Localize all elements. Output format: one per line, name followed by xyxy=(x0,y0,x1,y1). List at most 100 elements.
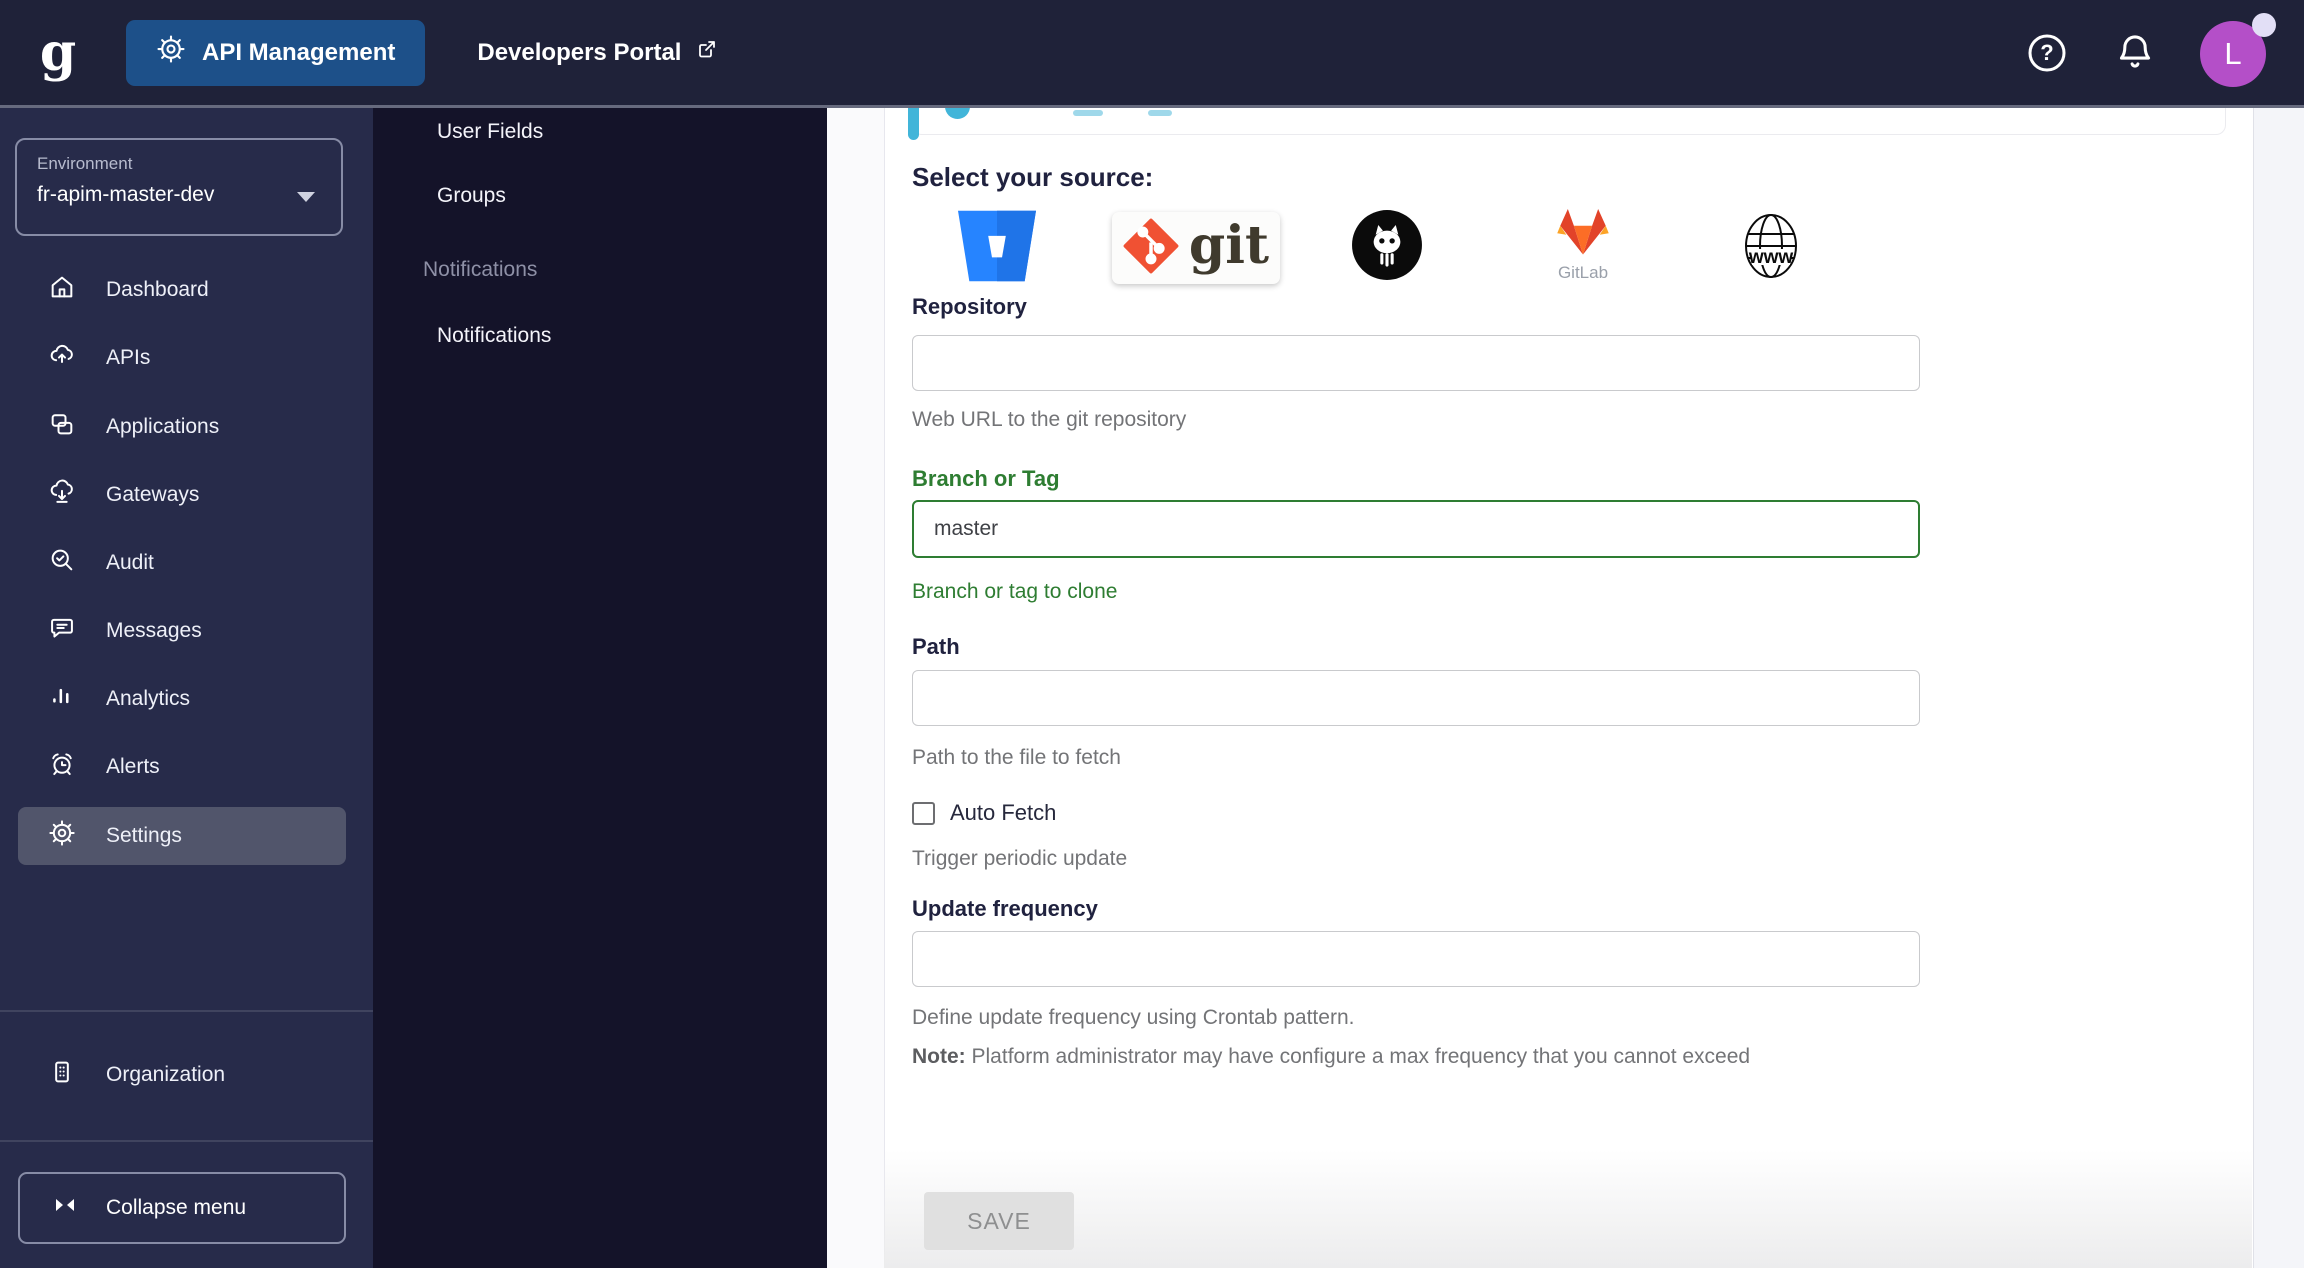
update-frequency-input[interactable] xyxy=(912,931,1920,987)
collapse-icon xyxy=(52,1195,78,1221)
api-management-label: API Management xyxy=(202,38,396,66)
notifications-bell-button[interactable] xyxy=(2112,30,2158,76)
form-footer xyxy=(884,1150,2252,1268)
sidebar-divider xyxy=(0,1010,373,1012)
sidebar-item-label: Applications xyxy=(106,415,220,438)
submenu-section-label: Notifications xyxy=(423,258,538,281)
branch-label: Branch or Tag xyxy=(912,466,1060,491)
collapse-menu-label: Collapse menu xyxy=(106,1196,247,1219)
gitlab-wordmark: GitLab xyxy=(1557,263,1609,282)
bar-chart-icon xyxy=(48,682,76,716)
auto-fetch-checkbox[interactable] xyxy=(912,801,935,825)
source-gitlab[interactable]: GitLab xyxy=(1543,206,1623,284)
sidebar-item-alerts[interactable]: Alerts xyxy=(18,738,346,796)
sidebar-item-label: Audit xyxy=(106,551,154,574)
github-icon xyxy=(1351,210,1423,285)
sidebar-item-settings[interactable]: Settings xyxy=(18,807,346,865)
screen: g API Management Developers Portal ? L E… xyxy=(0,0,2304,1268)
scrollbar-track[interactable] xyxy=(2253,108,2304,1268)
settings-submenu: User Fields Groups Notifications Notific… xyxy=(373,108,827,1268)
branch-input[interactable] xyxy=(912,500,1920,558)
search-check-icon xyxy=(48,546,76,580)
developers-portal-link[interactable]: Developers Portal xyxy=(477,37,719,68)
submenu-item-groups[interactable]: Groups xyxy=(373,174,827,218)
main-sidebar: Environment fr-apim-master-dev Dashboard… xyxy=(0,108,373,1268)
question-mark-glyph: ? xyxy=(2040,40,2053,65)
bitbucket-icon xyxy=(958,210,1036,286)
www-wordmark: www xyxy=(1748,247,1794,268)
banner-text-remnant xyxy=(1073,110,1103,116)
save-button[interactable]: SAVE xyxy=(924,1192,1074,1250)
update-frequency-label: Update frequency xyxy=(912,896,1098,921)
submenu-item-notifications[interactable]: Notifications xyxy=(373,314,827,358)
banner-text-remnant xyxy=(1148,110,1172,116)
page-title: Select your source: xyxy=(912,161,1154,192)
submenu-item-label: Groups xyxy=(437,184,506,207)
user-avatar[interactable]: L xyxy=(2200,12,2276,89)
auto-fetch-row: Auto Fetch xyxy=(912,800,1056,826)
sidebar-item-label: Messages xyxy=(106,619,202,642)
source-git-selected[interactable]: git xyxy=(1112,212,1280,284)
gitlab-icon xyxy=(1554,209,1612,260)
source-bitbucket[interactable] xyxy=(958,210,1048,286)
gravitee-logo: g xyxy=(39,21,77,83)
chat-icon xyxy=(48,614,76,648)
cloud-download-icon xyxy=(48,478,76,512)
sidebar-item-label: Alerts xyxy=(106,755,160,778)
source-github[interactable] xyxy=(1351,209,1423,281)
sidebar-item-messages[interactable]: Messages xyxy=(18,602,346,660)
api-management-button[interactable]: API Management xyxy=(126,19,426,86)
git-icon xyxy=(1123,218,1179,279)
sidebar-item-label: APIs xyxy=(106,346,151,369)
alarm-icon xyxy=(48,750,76,784)
sidebar-item-applications[interactable]: Applications xyxy=(18,398,346,456)
cloud-upload-icon xyxy=(48,341,76,375)
repository-hint: Web URL to the git repository xyxy=(912,408,1187,431)
sidebar-divider xyxy=(0,1140,373,1142)
sidebar-item-organization[interactable]: Organization xyxy=(18,1046,346,1104)
sidebar-item-label: Dashboard xyxy=(106,278,209,301)
collapse-menu-button[interactable]: Collapse menu xyxy=(18,1172,346,1244)
branch-hint: Branch or tag to clone xyxy=(912,580,1118,603)
gear-icon xyxy=(48,819,76,853)
sidebar-item-dashboard[interactable]: Dashboard xyxy=(18,261,346,319)
path-hint: Path to the file to fetch xyxy=(912,746,1121,769)
gear-icon xyxy=(156,34,186,71)
submenu-item-label: User Fields xyxy=(437,120,544,143)
sidebar-item-label: Analytics xyxy=(106,687,191,710)
external-link-icon xyxy=(695,37,719,68)
developers-portal-label: Developers Portal xyxy=(477,38,682,66)
sidebar-item-audit[interactable]: Audit xyxy=(18,534,346,592)
applications-icon xyxy=(48,410,76,444)
sidebar-item-label: Organization xyxy=(106,1063,226,1086)
path-input[interactable] xyxy=(912,670,1920,726)
topbar-actions: ? L xyxy=(2024,12,2276,89)
update-frequency-hint: Define update frequency using Crontab pa… xyxy=(912,1006,1355,1029)
source-www[interactable]: www xyxy=(1736,211,1806,281)
sidebar-item-label: Gateways xyxy=(106,483,200,506)
auto-fetch-label: Auto Fetch xyxy=(950,800,1057,825)
sidebar-item-gateways[interactable]: Gateways xyxy=(18,466,346,524)
sidebar-item-label: Settings xyxy=(106,824,182,847)
globe-www-icon: www xyxy=(1736,214,1806,285)
note-prefix: Note: xyxy=(912,1045,966,1068)
avatar-status-badge xyxy=(2252,12,2276,37)
git-wordmark: git xyxy=(1188,215,1270,276)
environment-label: Environment xyxy=(37,154,133,173)
auto-fetch-hint: Trigger periodic update xyxy=(912,847,1128,870)
organization-icon xyxy=(48,1058,76,1092)
repository-label: Repository xyxy=(912,294,1027,319)
submenu-section-notifications: Notifications xyxy=(373,250,827,290)
chevron-down-icon xyxy=(297,192,315,202)
note-text: Platform administrator may have configur… xyxy=(965,1045,1751,1068)
path-label: Path xyxy=(912,634,960,659)
environment-select[interactable]: Environment fr-apim-master-dev xyxy=(15,138,343,236)
help-button[interactable]: ? xyxy=(2024,30,2070,76)
topbar: g API Management Developers Portal ? L xyxy=(0,0,2304,108)
sidebar-item-apis[interactable]: APIs xyxy=(18,329,346,387)
repository-input[interactable] xyxy=(912,335,1920,391)
update-frequency-note: Note: Platform administrator may have co… xyxy=(912,1040,1920,1074)
submenu-item-user-fields[interactable]: User Fields xyxy=(373,110,827,154)
sidebar-item-analytics[interactable]: Analytics xyxy=(18,670,346,728)
home-icon xyxy=(48,273,76,307)
